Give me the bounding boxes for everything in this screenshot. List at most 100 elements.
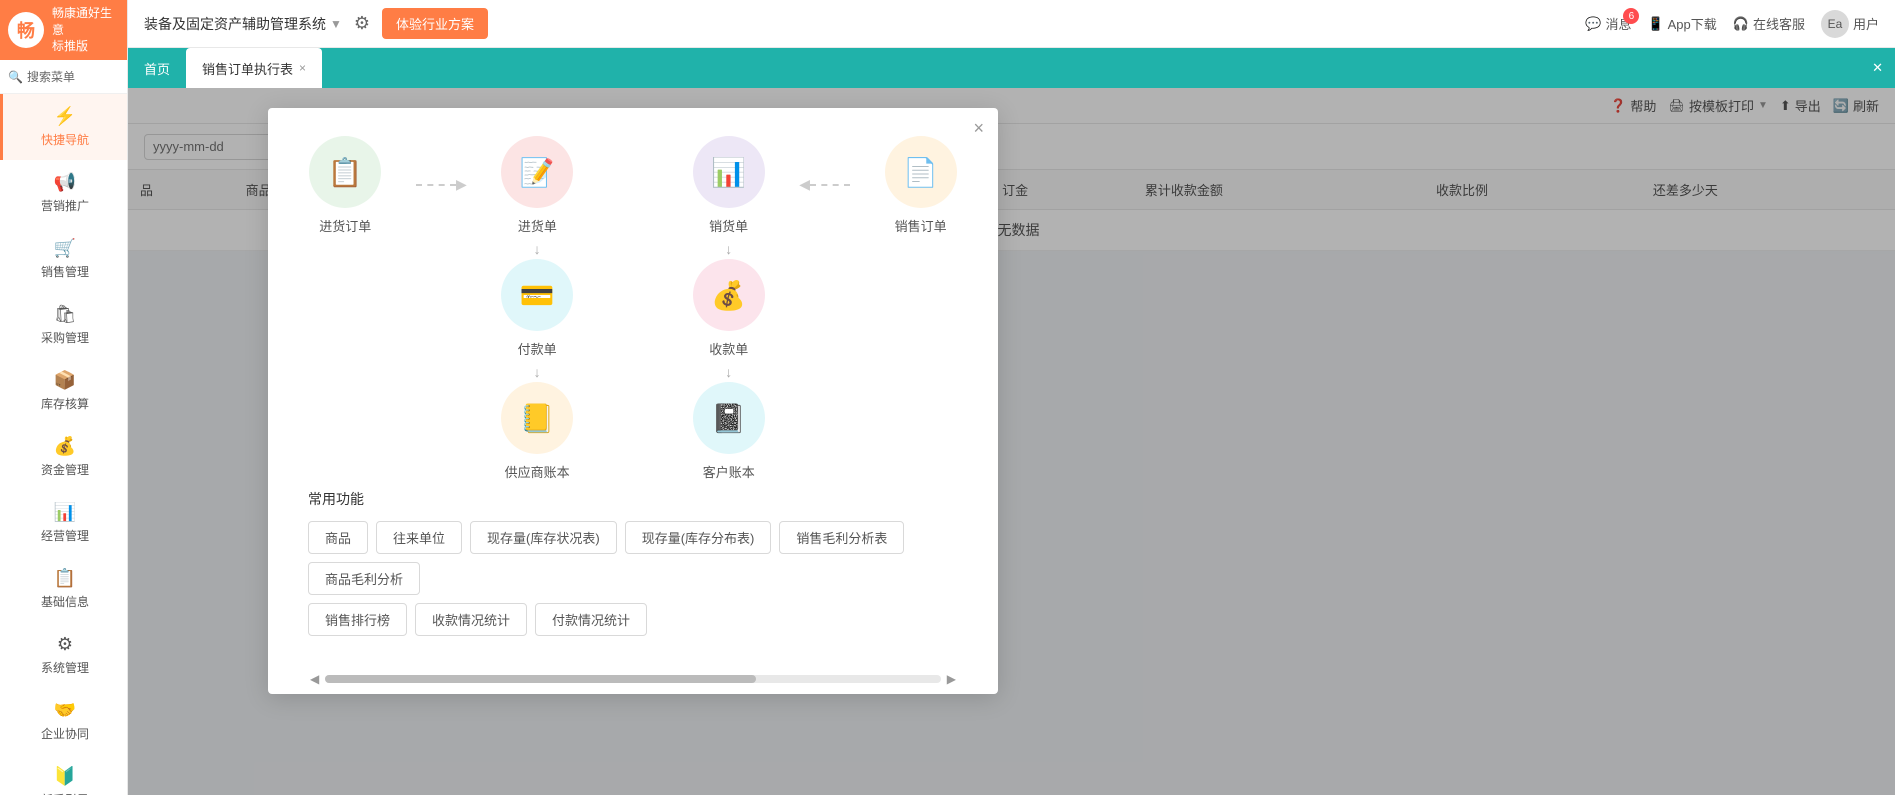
func-btn-product[interactable]: 商品: [308, 521, 368, 554]
sidebar-item-newbie[interactable]: 🔰 新手引导: [0, 754, 127, 795]
receipt-label: 收款单: [709, 339, 748, 358]
sidebar: 畅 畅康通好生意 标推版 🔍 搜索菜单 ⚡ 快捷导航 📢 营销推广 🛒 销售管理: [0, 0, 128, 795]
app-download-btn[interactable]: 📱 App下载: [1647, 14, 1716, 33]
tab-close-icon[interactable]: ×: [299, 61, 306, 75]
close-all-tabs-btn[interactable]: ✕: [1872, 60, 1895, 76]
sidebar-item-sales[interactable]: 🛒 销售管理: [0, 226, 127, 292]
purchase-icon: 🛍: [54, 304, 77, 325]
message-badge: 6: [1623, 8, 1639, 24]
sales-order-label: 销货单: [709, 216, 748, 235]
sidebar-item-operations[interactable]: 📊 经营管理: [0, 490, 127, 556]
customer-ledger-icon: 📓: [711, 402, 746, 435]
purchase-receipt-circle: 📝: [501, 136, 573, 208]
newbie-icon: 🔰: [54, 766, 76, 787]
sales-icon: 🛒: [54, 238, 76, 259]
purchase-order-label: 进货订单: [319, 216, 371, 235]
sales-order-circle: 📊: [693, 136, 765, 208]
topbar: 装备及固定资产辅助管理系统 ▼ ⚙ 体验行业方案 💬 消息 6 📱 App下载 …: [128, 0, 1895, 48]
func-btn-stock-distribution[interactable]: 现存量(库存分布表): [625, 521, 772, 554]
topbar-right: 💬 消息 6 📱 App下载 🎧 在线客服 Ea 用户: [1585, 10, 1879, 38]
app-download-icon: 📱: [1647, 16, 1663, 32]
func-btn-product-profit[interactable]: 商品毛利分析: [308, 562, 420, 595]
flow-node-payment[interactable]: 💳 付款单: [501, 259, 573, 358]
user-menu[interactable]: Ea 用户: [1821, 10, 1879, 38]
flow-node-receipt[interactable]: 💰 收款单: [693, 259, 765, 358]
function-buttons-row2: 销售排行榜 收款情况统计 付款情况统计: [308, 603, 958, 636]
enterprise-icon: 🤝: [54, 700, 76, 721]
func-btn-payment-stats[interactable]: 付款情况统计: [535, 603, 647, 636]
scrollbar-track[interactable]: [325, 675, 941, 683]
sidebar-item-inventory[interactable]: 📦 库存核算: [0, 358, 127, 424]
user-avatar: Ea: [1821, 10, 1849, 38]
message-btn[interactable]: 💬 消息 6: [1585, 14, 1631, 33]
function-buttons-row1: 商品 往来单位 现存量(库存状况表) 现存量(库存分布表) 销售毛利分析表 商品…: [308, 521, 958, 595]
settings-gear-icon[interactable]: ⚙: [354, 13, 370, 34]
common-functions: 常用功能 商品 往来单位 现存量(库存状况表) 现存量(库存分布表) 销售毛利分…: [268, 489, 998, 664]
func-btn-sales-profit[interactable]: 销售毛利分析表: [779, 521, 904, 554]
sidebar-nav: ⚡ 快捷导航 📢 营销推广 🛒 销售管理 🛍 采购管理 📦 库存核算 💰: [0, 94, 127, 795]
purchase-receipt-label: 进货单: [518, 216, 557, 235]
flow-node-supplier-ledger[interactable]: 📒 供应商账本: [501, 382, 573, 481]
scroll-right-btn[interactable]: ▶: [945, 672, 958, 686]
sidebar-item-marketing[interactable]: 📢 营销推广: [0, 160, 127, 226]
sidebar-item-finance[interactable]: 💰 资金管理: [0, 424, 127, 490]
marketing-icon: 📢: [54, 172, 76, 193]
sales-order-doc-label: 销售订单: [895, 216, 947, 235]
func-btn-contacts[interactable]: 往来单位: [376, 521, 462, 554]
arrow-1-2: ▶: [416, 136, 467, 193]
sidebar-item-basic-info[interactable]: 📋 基础信息: [0, 556, 127, 622]
tab-sales-order-exec[interactable]: 销售订单执行表 ×: [186, 48, 322, 88]
system-icon: ⚙: [57, 634, 73, 655]
sales-order-doc-icon: 📄: [903, 156, 938, 189]
func-btn-stock-status[interactable]: 现存量(库存状况表): [470, 521, 617, 554]
flow-node-sales-order[interactable]: 📊 销货单: [693, 136, 765, 235]
tabbar: 首页 销售订单执行表 × ✕: [128, 48, 1895, 88]
experience-btn[interactable]: 体验行业方案: [382, 8, 488, 39]
receipt-circle: 💰: [693, 259, 765, 331]
sidebar-item-system[interactable]: ⚙ 系统管理: [0, 622, 127, 688]
flow-node-customer-ledger[interactable]: 📓 客户账本: [693, 382, 765, 481]
down-arrow-sales: ↓: [693, 241, 765, 257]
online-service-icon: 🎧: [1733, 16, 1749, 32]
inventory-icon: 📦: [54, 370, 76, 391]
main-area: 装备及固定资产辅助管理系统 ▼ ⚙ 体验行业方案 💬 消息 6 📱 App下载 …: [128, 0, 1895, 795]
tab-home[interactable]: 首页: [128, 48, 186, 88]
flowchart-area: 📋 进货订单 ▶: [268, 108, 998, 481]
sidebar-item-enterprise[interactable]: 🤝 企业协同: [0, 688, 127, 754]
message-icon: 💬: [1585, 16, 1601, 32]
sidebar-item-quick-nav[interactable]: ⚡ 快捷导航: [0, 94, 127, 160]
sales-order-icon: 📊: [711, 156, 746, 189]
modal-close-btn[interactable]: ×: [973, 118, 984, 139]
quick-nav-icon: ⚡: [54, 106, 76, 127]
system-title[interactable]: 装备及固定资产辅助管理系统 ▼: [144, 14, 342, 34]
sales-order-doc-circle: 📄: [885, 136, 957, 208]
online-service-btn[interactable]: 🎧 在线客服: [1733, 14, 1805, 33]
purchase-order-circle: 📋: [309, 136, 381, 208]
down-arrow-receipt: ↓: [693, 364, 765, 380]
operations-icon: 📊: [54, 502, 76, 523]
modal-scrollbar: ◀ ▶: [268, 664, 998, 694]
payment-label: 付款单: [518, 339, 557, 358]
scroll-left-btn[interactable]: ◀: [308, 672, 321, 686]
supplier-ledger-circle: 📒: [501, 382, 573, 454]
payment-icon: 💳: [520, 279, 555, 312]
basic-info-icon: 📋: [54, 568, 76, 589]
sidebar-item-purchase[interactable]: 🛍 采购管理: [0, 292, 127, 358]
receipt-icon: 💰: [711, 279, 746, 312]
func-btn-receipt-stats[interactable]: 收款情况统计: [415, 603, 527, 636]
flow-node-purchase-order[interactable]: 📋 进货订单: [309, 136, 381, 235]
logo-text: 畅康通好生意 标推版: [52, 5, 119, 55]
customer-ledger-circle: 📓: [693, 382, 765, 454]
arrow-4-3: ◀: [799, 136, 850, 193]
supplier-ledger-label: 供应商账本: [505, 462, 570, 481]
search-icon: 🔍: [8, 70, 23, 84]
func-btn-sales-ranking[interactable]: 销售排行榜: [308, 603, 407, 636]
page-content: ❓ 帮助 🖨 按模板打印 ▼ ⬆ 导出 🔄 刷新: [128, 88, 1895, 795]
flow-node-sales-order-doc[interactable]: 📄 销售订单: [885, 136, 957, 235]
modal-overlay[interactable]: × 📋 进货订单: [128, 88, 1895, 795]
sidebar-search[interactable]: 🔍 搜索菜单: [0, 60, 127, 94]
flow-node-purchase-receipt[interactable]: 📝 进货单: [501, 136, 573, 235]
purchase-order-icon: 📋: [328, 156, 363, 189]
down-arrow-purchase: ↓: [501, 241, 573, 257]
customer-ledger-label: 客户账本: [703, 462, 755, 481]
